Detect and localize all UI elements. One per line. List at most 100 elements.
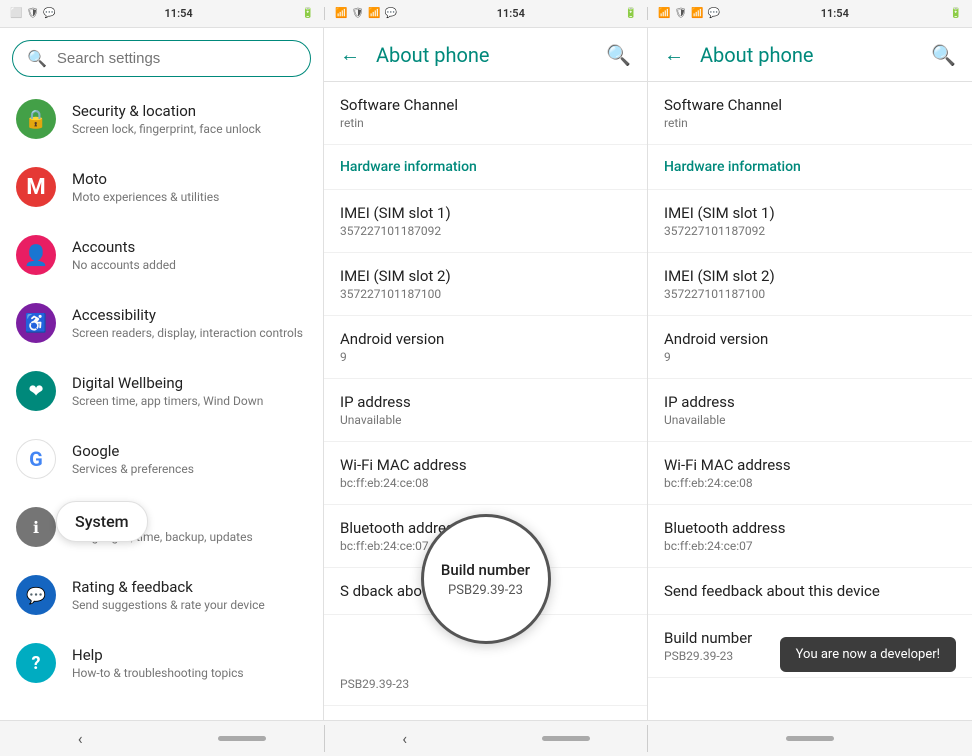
about-list-right: Software Channel retin Hardware informat…: [648, 82, 972, 720]
accounts-title: Accounts: [72, 238, 307, 256]
accessibility-title: Accessibility: [72, 306, 307, 324]
accessibility-subtitle: Screen readers, display, interaction con…: [72, 326, 307, 340]
wifi-title-right: Wi-Fi MAC address: [664, 456, 956, 474]
google-subtitle: Services & preferences: [72, 462, 307, 476]
ip-value-right: Unavailable: [664, 413, 956, 427]
software-channel-title-mid: Software Channel: [340, 96, 631, 114]
build-circle[interactable]: Build number PSB29.39-23: [421, 514, 551, 644]
moto-title: Moto: [72, 170, 307, 188]
about-item-ip-right[interactable]: IP address Unavailable: [648, 379, 972, 442]
about-item-imei1-right[interactable]: IMEI (SIM slot 1) 357227101187092: [648, 190, 972, 253]
sidebar-item-moto[interactable]: M Moto Moto experiences & utilities: [0, 153, 323, 221]
battery-right: 🔋: [950, 8, 962, 19]
google-text: Google Services & preferences: [72, 442, 307, 476]
nav-bar: ‹ ‹: [0, 720, 972, 756]
wellbeing-title: Digital Wellbeing: [72, 374, 307, 392]
accounts-icon: 👤: [16, 235, 56, 275]
sidebar-item-accessibility[interactable]: ♿ Accessibility Screen readers, display,…: [0, 289, 323, 357]
help-subtitle: How-to & troubleshooting topics: [72, 666, 307, 680]
status-icons-right: 📶 🛡 📶 💬: [658, 8, 720, 19]
about-list-mid: Software Channel retin Hardware informat…: [324, 82, 647, 720]
status-time-left: 11:54: [165, 7, 193, 20]
nav-pill-right: [786, 736, 834, 741]
wifi-value-mid: bc:ff:eb:24:ce:08: [340, 476, 631, 490]
status-icon-right-1: 📶: [658, 8, 670, 19]
nav-back-left[interactable]: ‹: [58, 725, 103, 752]
nav-panel-mid: ‹: [324, 725, 648, 752]
about-item-ip-mid[interactable]: IP address Unavailable: [324, 379, 647, 442]
system-icon: ℹ: [16, 507, 56, 547]
nav-panel-left: ‹: [0, 725, 324, 752]
status-icon-mid-4: 💬: [385, 8, 397, 19]
imei1-value-right: 357227101187092: [664, 224, 956, 238]
sidebar-item-wellbeing[interactable]: ❤ Digital Wellbeing Screen time, app tim…: [0, 357, 323, 425]
about-item-imei2-right[interactable]: IMEI (SIM slot 2) 357227101187100: [648, 253, 972, 316]
security-text: Security & location Screen lock, fingerp…: [72, 102, 307, 136]
about-item-android-right[interactable]: Android version 9: [648, 316, 972, 379]
status-icon-mid-1: 📶: [335, 8, 347, 19]
about-panel-right: ← About phone 🔍 Software Channel retin H…: [648, 28, 972, 720]
status-icon-right-2: 🛡: [674, 8, 687, 19]
sidebar-item-help[interactable]: ? Help How-to & troubleshooting topics: [0, 629, 323, 697]
wellbeing-icon: ❤: [16, 371, 56, 411]
imei1-title-right: IMEI (SIM slot 1): [664, 204, 956, 222]
about-item-imei1-mid[interactable]: IMEI (SIM slot 1) 357227101187092: [324, 190, 647, 253]
back-button-mid[interactable]: ←: [340, 42, 360, 67]
wellbeing-subtitle: Screen time, app timers, Wind Down: [72, 394, 307, 408]
about-panel-mid: ← About phone 🔍 Software Channel retin H…: [324, 28, 648, 720]
ip-title-mid: IP address: [340, 393, 631, 411]
about-item-wifi-right[interactable]: Wi-Fi MAC address bc:ff:eb:24:ce:08: [648, 442, 972, 505]
moto-text: Moto Moto experiences & utilities: [72, 170, 307, 204]
search-bar[interactable]: 🔍: [12, 40, 311, 77]
google-title: Google: [72, 442, 307, 460]
about-item-software-channel-mid[interactable]: Software Channel retin: [324, 82, 647, 145]
wifi-title-mid: Wi-Fi MAC address: [340, 456, 631, 474]
wifi-value-right: bc:ff:eb:24:ce:08: [664, 476, 956, 490]
status-bar-left: ⬜ 🛡 💬 11:54 🔋: [0, 7, 324, 20]
status-bar-right: 📶 🛡 📶 💬 11:54 🔋: [648, 7, 972, 20]
help-text: Help How-to & troubleshooting topics: [72, 646, 307, 680]
bt-value-right: bc:ff:eb:24:ce:07: [664, 539, 956, 553]
software-channel-title-right: Software Channel: [664, 96, 956, 114]
about-item-feedback-right[interactable]: Send feedback about this device: [648, 568, 972, 615]
security-subtitle: Screen lock, fingerprint, face unlock: [72, 122, 307, 136]
sidebar-item-google[interactable]: G Google Services & preferences: [0, 425, 323, 493]
about-item-wifi-mid[interactable]: Wi-Fi MAC address bc:ff:eb:24:ce:08: [324, 442, 647, 505]
rating-title: Rating & feedback: [72, 578, 307, 596]
help-title: Help: [72, 646, 307, 664]
imei1-title-mid: IMEI (SIM slot 1): [340, 204, 631, 222]
sidebar-item-system[interactable]: System ℹ System Languages, time, backup,…: [0, 493, 323, 561]
status-bar-mid: 📶 🛡 📶 💬 11:54 🔋: [324, 7, 648, 20]
search-header-icon-right[interactable]: 🔍: [931, 43, 956, 67]
nav-back-mid[interactable]: ‹: [382, 725, 427, 752]
battery-left: 🔋: [302, 8, 314, 19]
about-item-bt-right[interactable]: Bluetooth address bc:ff:eb:24:ce:07: [648, 505, 972, 568]
about-header-mid: ← About phone 🔍: [324, 28, 647, 82]
battery-icon-left: 🔋: [302, 8, 314, 19]
back-button-right[interactable]: ←: [664, 42, 684, 67]
search-header-icon-mid[interactable]: 🔍: [606, 43, 631, 67]
status-icons-left: ⬜ 🛡 💬: [10, 8, 56, 19]
status-icon-2: 🛡: [26, 8, 39, 19]
about-item-imei2-mid[interactable]: IMEI (SIM slot 2) 357227101187100: [324, 253, 647, 316]
ip-value-mid: Unavailable: [340, 413, 631, 427]
sidebar-item-security[interactable]: 🔒 Security & location Screen lock, finge…: [0, 85, 323, 153]
sidebar-item-accounts[interactable]: 👤 Accounts No accounts added: [0, 221, 323, 289]
about-item-feedback-mid[interactable]: S dback about this device Build number P…: [324, 568, 647, 615]
nav-panel-right: [648, 736, 972, 741]
status-icon-mid-3: 📶: [368, 8, 380, 19]
main-content: 🔍 🔒 Security & location Screen lock, fin…: [0, 28, 972, 720]
google-icon: G: [16, 439, 56, 479]
moto-subtitle: Moto experiences & utilities: [72, 190, 307, 204]
about-item-android-mid[interactable]: Android version 9: [324, 316, 647, 379]
status-icon-mid-2: 🛡: [351, 8, 364, 19]
sidebar-item-rating[interactable]: 💬 Rating & feedback Send suggestions & r…: [0, 561, 323, 629]
about-header-right: ← About phone 🔍: [648, 28, 972, 82]
status-time-mid: 11:54: [497, 7, 525, 20]
status-bar: ⬜ 🛡 💬 11:54 🔋 📶 🛡 📶 💬 11:54 🔋 📶 🛡 📶 💬 11…: [0, 0, 972, 28]
rating-text: Rating & feedback Send suggestions & rat…: [72, 578, 307, 612]
battery-icon-right: 🔋: [950, 8, 962, 19]
search-input[interactable]: [57, 50, 296, 67]
about-item-software-channel-right[interactable]: Software Channel retin: [648, 82, 972, 145]
moto-icon: M: [16, 167, 56, 207]
